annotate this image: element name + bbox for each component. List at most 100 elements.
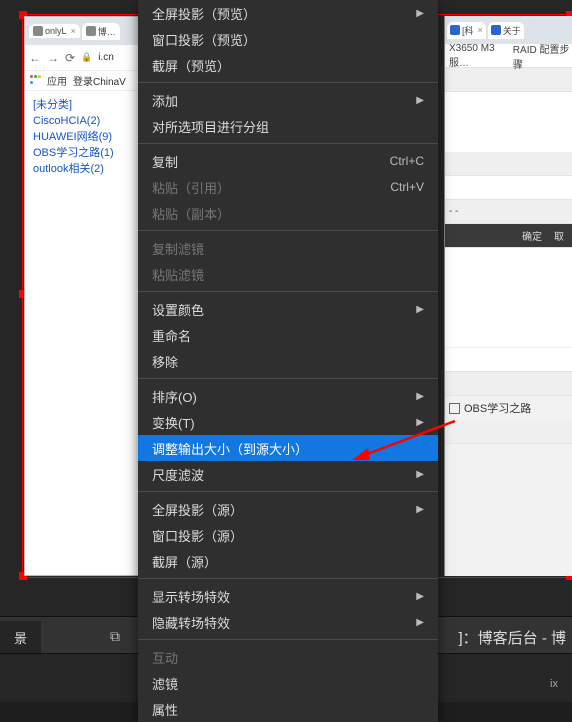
dialog-buttons: 确定取 [445,224,572,248]
menu-label: 全屏投影（源） [152,500,243,519]
menu-label: 窗口投影（预览） [152,30,256,49]
category-item[interactable]: CiscoHCIA(2) [33,113,131,129]
menu-item-screenshot-source[interactable]: 截屏（源） [138,548,438,574]
menu-label: 粘贴（副本） [152,204,230,223]
content-row [445,68,572,92]
menu-item-window-proj-preview[interactable]: 窗口投影（预览） [138,26,438,52]
menu-item-filters[interactable]: 滤镜 [138,670,438,696]
tab-label: 关于 [503,24,521,37]
favicon [450,25,460,35]
crumb-text[interactable]: RAID 配置步骤 [513,41,572,71]
cancel-button[interactable]: 取 [554,228,564,243]
menu-item-screenshot-preview[interactable]: 截屏（预览） [138,52,438,78]
content-spacer [445,92,572,152]
close-icon[interactable]: × [478,25,483,35]
browser-tab-r1[interactable]: [科 × [447,22,486,39]
dock-icon[interactable]: ⧉ [110,628,120,645]
close-icon[interactable]: × [71,26,76,36]
browser-tabstrip: onlyL × 博… [25,17,139,45]
apps-label[interactable]: 应用 [47,73,67,88]
reload-icon[interactable]: ⟳ [65,51,75,65]
checkbox-row[interactable]: OBS学习之路 [445,396,572,420]
menu-item-rename[interactable]: 重命名 [138,322,438,348]
content-row [445,348,572,372]
menu-item-order[interactable]: 排序(O) ▶ [138,383,438,409]
window-title-fragment: ]：博客后台 - 博 [459,627,567,648]
menu-label: 添加 [152,91,178,110]
menu-item-remove[interactable]: 移除 [138,348,438,374]
content-row [445,176,572,200]
chevron-right-icon: ▶ [416,469,424,480]
menu-label: 变换(T) [152,413,195,432]
menu-item-copy[interactable]: 复制Ctrl+C [138,148,438,174]
category-item[interactable]: [未分类] [33,97,131,113]
menu-separator [138,639,438,640]
menu-item-set-color[interactable]: 设置颜色▶ [138,296,438,322]
tab-label: onlyL [45,26,67,36]
menu-item-show-transition[interactable]: 显示转场特效 ▶ [138,583,438,609]
browser-tab-r2[interactable]: 关于 [488,22,524,39]
browser-preview-left[interactable]: onlyL× 博… ← → ⟳ 🔒 i.cn 应用 登录ChinaV [未分类]… [24,16,140,576]
menu-item-copy-filter: 复制滤镜 [138,235,438,261]
forward-icon[interactable]: → [47,51,59,65]
browser-preview-right[interactable]: [科 × 关于 X3650 M3服… RAID 配置步骤 - - 确定取 OBS学… [444,16,572,576]
checkbox-icon[interactable] [449,403,460,414]
tab-label: [科 [462,24,474,37]
content-row [445,152,572,176]
context-menu[interactable]: 全屏投影（预览）▶ 窗口投影（预览） 截屏（预览） 添加▶ 对所选项目进行分组 … [138,0,438,722]
menu-label: 滤镜 [152,674,178,693]
menu-label: 隐藏转场特效 [152,613,230,632]
url-text[interactable]: i.cn [98,52,114,63]
chevron-right-icon: ▶ [416,591,424,602]
category-list: [未分类] CiscoHCIA(2) HUAWEI网络(9) OBS学习之路(1… [25,91,139,183]
tiny-label: ix [550,678,558,690]
bookmark-item[interactable]: 登录ChinaV [73,73,126,88]
chevron-right-icon: ▶ [416,617,424,628]
ok-button[interactable]: 确定 [522,228,542,243]
menu-separator [138,491,438,492]
menu-separator [138,82,438,83]
menu-label: 调整输出大小（到源大小） [152,439,308,458]
category-item[interactable]: outlook相关(2) [33,161,131,177]
menu-item-scale-filter[interactable]: 尺度滤波▶ [138,461,438,487]
menu-separator [138,291,438,292]
menu-item-resize-output[interactable]: 调整输出大小（到源大小） [138,435,438,461]
apps-icon[interactable] [29,75,41,87]
scene-label: 景 [14,628,27,647]
content-row [445,372,572,396]
menu-label: 截屏（源） [152,552,217,571]
menu-label: 复制滤镜 [152,239,204,258]
menu-label: 移除 [152,352,178,371]
menu-item-fullscreen-proj-preview[interactable]: 全屏投影（预览）▶ [138,0,438,26]
menu-label: 显示转场特效 [152,587,230,606]
content-row: - - [445,200,572,224]
scene-tab[interactable]: 景 [0,621,41,653]
chevron-right-icon: ▶ [416,304,424,315]
menu-label: 复制 [152,152,178,171]
favicon [491,25,501,35]
menu-item-properties[interactable]: 属性 [138,696,438,722]
menu-label: 粘贴（引用） [152,178,230,197]
menu-item-paste-ref: 粘贴（引用）Ctrl+V [138,174,438,200]
browser-tab-2[interactable]: 博… [82,23,120,40]
back-icon[interactable]: ← [29,51,41,65]
menu-item-fullscreen-proj-source[interactable]: 全屏投影（源）▶ [138,496,438,522]
menu-label: 粘贴滤镜 [152,265,204,284]
menu-item-interact: 互动 [138,644,438,670]
menu-item-hide-transition[interactable]: 隐藏转场特效 ▶ [138,609,438,635]
chevron-right-icon: ▶ [416,391,424,402]
category-item[interactable]: OBS学习之路(1) [33,145,131,161]
menu-label: 重命名 [152,326,191,345]
tab-label: 博… [98,25,116,38]
menu-item-transform[interactable]: 变换(T)▶ [138,409,438,435]
menu-item-add[interactable]: 添加▶ [138,87,438,113]
favicon [86,26,96,36]
crumb-text[interactable]: X3650 M3服… [449,43,507,69]
content-spacer [445,248,572,348]
category-item[interactable]: HUAWEI网络(9) [33,129,131,145]
browser-tab-1[interactable]: onlyL × [29,24,80,38]
menu-label: 排序(O) [152,387,197,406]
menu-item-group[interactable]: 对所选项目进行分组 [138,113,438,139]
menu-item-window-proj-source[interactable]: 窗口投影（源） [138,522,438,548]
checkbox-label: OBS学习之路 [464,400,531,416]
